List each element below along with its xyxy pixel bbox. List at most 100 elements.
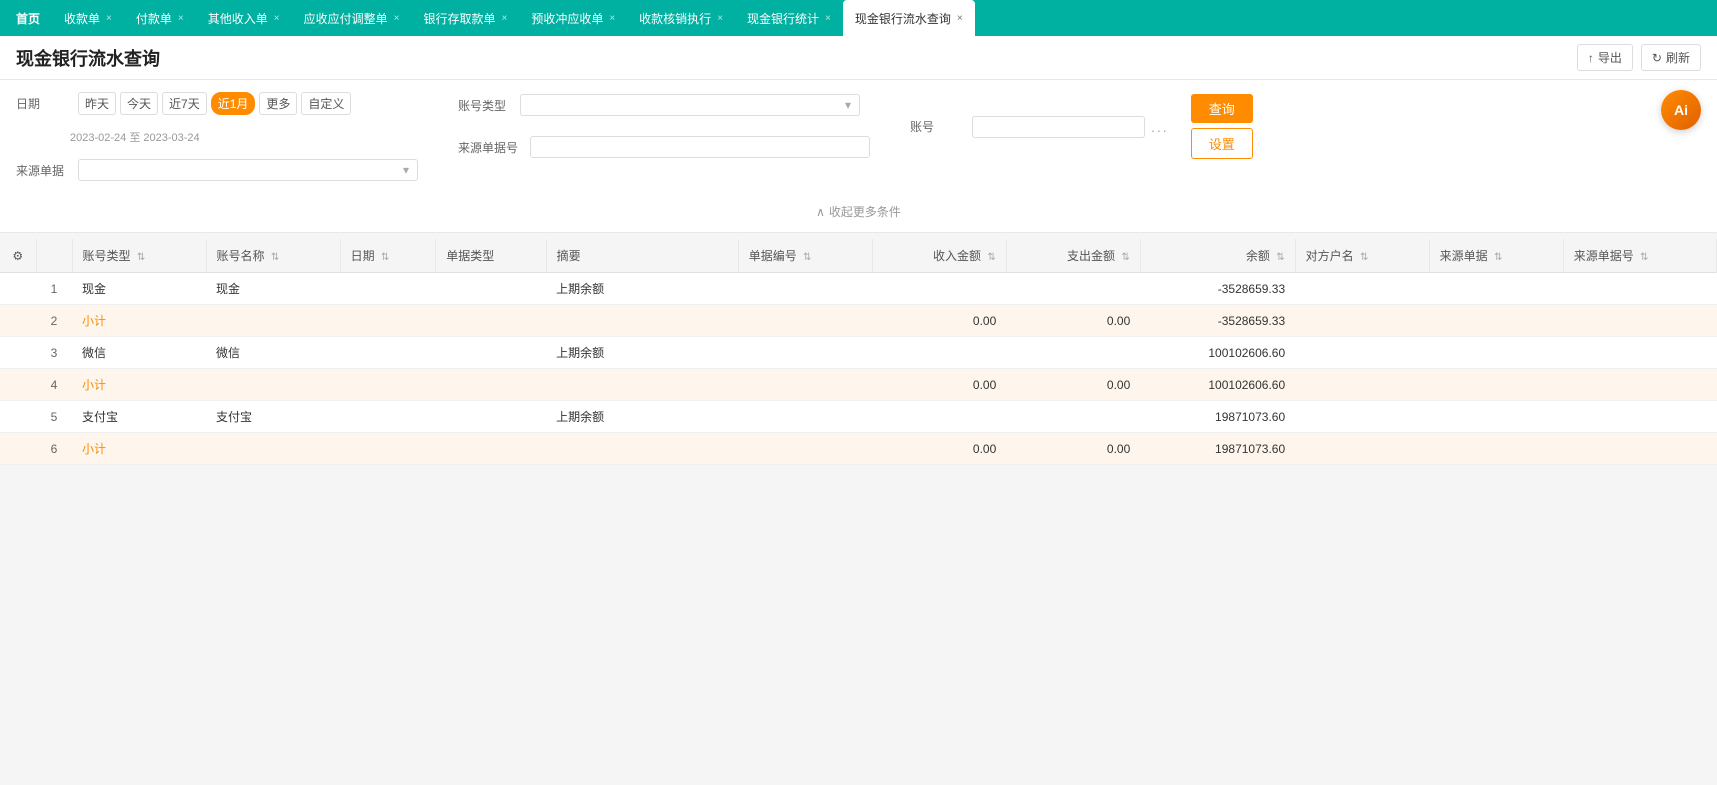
close-icon[interactable]: × bbox=[178, 13, 184, 24]
nav-tab-yushoudan[interactable]: 预收冲应收单 × bbox=[519, 0, 627, 36]
col-source-doc-no[interactable]: 来源单据号 ⇅ bbox=[1563, 239, 1716, 273]
col-source-doc[interactable]: 来源单据 ⇅ bbox=[1429, 239, 1563, 273]
nav-tab-tiaozhendan[interactable]: 应收应付调整单 × bbox=[292, 0, 412, 36]
date-btn-more[interactable]: 更多 bbox=[259, 92, 297, 115]
filter-row-source-doc-no: 来源单据号 bbox=[458, 136, 870, 158]
date-btn-yesterday[interactable]: 昨天 bbox=[78, 92, 116, 115]
account-no-more-icon[interactable]: ... bbox=[1151, 119, 1169, 135]
table-row: 3微信微信上期余额100102606.60 bbox=[0, 337, 1717, 369]
cell-source_doc_no bbox=[1563, 273, 1716, 305]
export-icon: ↑ bbox=[1588, 51, 1594, 65]
cell-account_type: 小计 bbox=[72, 369, 206, 401]
source-doc-select[interactable]: ▾ bbox=[78, 159, 418, 181]
cell-doc_type bbox=[436, 305, 546, 337]
nav-tab-qitadan[interactable]: 其他收入单 × bbox=[196, 0, 292, 36]
col-account-name[interactable]: 账号名称 ⇅ bbox=[206, 239, 340, 273]
cell-account_type: 支付宝 bbox=[72, 401, 206, 433]
tab-label: 应收应付调整单 bbox=[304, 10, 388, 27]
refresh-button[interactable]: ↻ 刷新 bbox=[1641, 44, 1701, 71]
col-summary: 摘要 bbox=[546, 239, 738, 273]
cell-balance: 100102606.60 bbox=[1140, 337, 1295, 369]
chevron-down-icon: ▾ bbox=[845, 98, 851, 112]
cell-account_name bbox=[206, 433, 340, 465]
page-header: 现金银行流水查询 ↑ 导出 ↻ 刷新 bbox=[0, 36, 1717, 80]
row-index: 1 bbox=[36, 273, 72, 305]
nav-tab-tongji[interactable]: 现金银行统计 × bbox=[735, 0, 843, 36]
close-icon[interactable]: × bbox=[106, 13, 112, 24]
col-counterparty[interactable]: 对方户名 ⇅ bbox=[1295, 239, 1429, 273]
date-btn-7days[interactable]: 近7天 bbox=[162, 92, 207, 115]
cell-balance: 19871073.60 bbox=[1140, 433, 1295, 465]
source-doc-no-input[interactable] bbox=[539, 140, 861, 154]
close-icon[interactable]: × bbox=[957, 13, 963, 24]
col-expense[interactable]: 支出金额 ⇅ bbox=[1006, 239, 1140, 273]
close-icon[interactable]: × bbox=[274, 13, 280, 24]
cell-account_name: 支付宝 bbox=[206, 401, 340, 433]
close-icon[interactable]: × bbox=[825, 13, 831, 24]
cell-date bbox=[340, 369, 436, 401]
date-options: 昨天 今天 近7天 近1月 更多 自定义 bbox=[78, 92, 351, 115]
nav-tab-shoukuandan[interactable]: 收款单 × bbox=[52, 0, 124, 36]
nav-tab-fukuandan[interactable]: 付款单 × bbox=[124, 0, 196, 36]
row-index: 6 bbox=[36, 433, 72, 465]
col-date[interactable]: 日期 ⇅ bbox=[340, 239, 436, 273]
account-no-input[interactable] bbox=[981, 120, 1136, 134]
account-type-select[interactable]: ▾ bbox=[520, 94, 860, 116]
cell-date bbox=[340, 433, 436, 465]
row-gear-cell bbox=[0, 401, 36, 433]
cell-income bbox=[872, 401, 1006, 433]
table-row: 2小计0.000.00-3528659.33 bbox=[0, 305, 1717, 337]
setting-button[interactable]: 设置 bbox=[1191, 128, 1253, 159]
nav-tab-yinhangdan[interactable]: 银行存取款单 × bbox=[411, 0, 519, 36]
export-button[interactable]: ↑ 导出 bbox=[1577, 44, 1633, 71]
cell-account_name bbox=[206, 369, 340, 401]
sort-icon: ⇅ bbox=[1494, 252, 1502, 263]
cell-doc_no bbox=[738, 305, 872, 337]
query-button[interactable]: 查询 bbox=[1191, 94, 1253, 123]
cell-date bbox=[340, 401, 436, 433]
table-row: 6小计0.000.0019871073.60 bbox=[0, 433, 1717, 465]
collapse-bar[interactable]: ∧ 收起更多条件 bbox=[16, 199, 1701, 224]
tab-label: 现金银行流水查询 bbox=[855, 10, 951, 27]
cell-expense: 0.00 bbox=[1006, 433, 1140, 465]
cell-balance: -3528659.33 bbox=[1140, 305, 1295, 337]
col-account-type[interactable]: 账号类型 ⇅ bbox=[72, 239, 206, 273]
cell-account_name: 现金 bbox=[206, 273, 340, 305]
cell-source_doc bbox=[1429, 433, 1563, 465]
cell-income bbox=[872, 337, 1006, 369]
col-gear[interactable]: ⚙ bbox=[0, 239, 36, 273]
date-btn-1month[interactable]: 近1月 bbox=[211, 92, 256, 115]
cell-doc_type bbox=[436, 433, 546, 465]
cell-date bbox=[340, 273, 436, 305]
header-actions: ↑ 导出 ↻ 刷新 bbox=[1577, 44, 1701, 71]
col-income[interactable]: 收入金额 ⇅ bbox=[872, 239, 1006, 273]
tab-label: 收款核销执行 bbox=[639, 10, 711, 27]
cell-doc_no bbox=[738, 273, 872, 305]
sort-icon: ⇅ bbox=[803, 252, 811, 263]
data-table: ⚙ 账号类型 ⇅ 账号名称 ⇅ 日期 ⇅ 单据类型 bbox=[0, 239, 1717, 465]
ai-assistant-badge[interactable]: Ai bbox=[1661, 90, 1701, 130]
tab-label: 收款单 bbox=[64, 10, 100, 27]
sort-icon: ⇅ bbox=[1121, 252, 1129, 263]
filter-area: 日期 昨天 今天 近7天 近1月 更多 自定义 2023-02-24 至 202… bbox=[0, 80, 1717, 233]
nav-tab-liushui[interactable]: 现金银行流水查询 × bbox=[843, 0, 975, 36]
close-icon[interactable]: × bbox=[394, 13, 400, 24]
table-header-row: ⚙ 账号类型 ⇅ 账号名称 ⇅ 日期 ⇅ 单据类型 bbox=[0, 239, 1717, 273]
cell-counterparty bbox=[1295, 433, 1429, 465]
row-index: 3 bbox=[36, 337, 72, 369]
close-icon[interactable]: × bbox=[717, 13, 723, 24]
close-icon[interactable]: × bbox=[609, 13, 615, 24]
nav-tab-home[interactable]: 首页 bbox=[4, 0, 52, 36]
date-btn-today[interactable]: 今天 bbox=[120, 92, 158, 115]
col-doc-no[interactable]: 单据编号 ⇅ bbox=[738, 239, 872, 273]
refresh-label: 刷新 bbox=[1666, 49, 1690, 66]
date-btn-custom[interactable]: 自定义 bbox=[301, 92, 351, 115]
source-doc-no-label: 来源单据号 bbox=[458, 139, 518, 156]
cell-balance: 19871073.60 bbox=[1140, 401, 1295, 433]
nav-tab-hexiaozhi[interactable]: 收款核销执行 × bbox=[627, 0, 735, 36]
cell-income: 0.00 bbox=[872, 305, 1006, 337]
col-balance[interactable]: 余额 ⇅ bbox=[1140, 239, 1295, 273]
close-icon[interactable]: × bbox=[501, 13, 507, 24]
cell-account_type: 小计 bbox=[72, 305, 206, 337]
cell-date bbox=[340, 337, 436, 369]
